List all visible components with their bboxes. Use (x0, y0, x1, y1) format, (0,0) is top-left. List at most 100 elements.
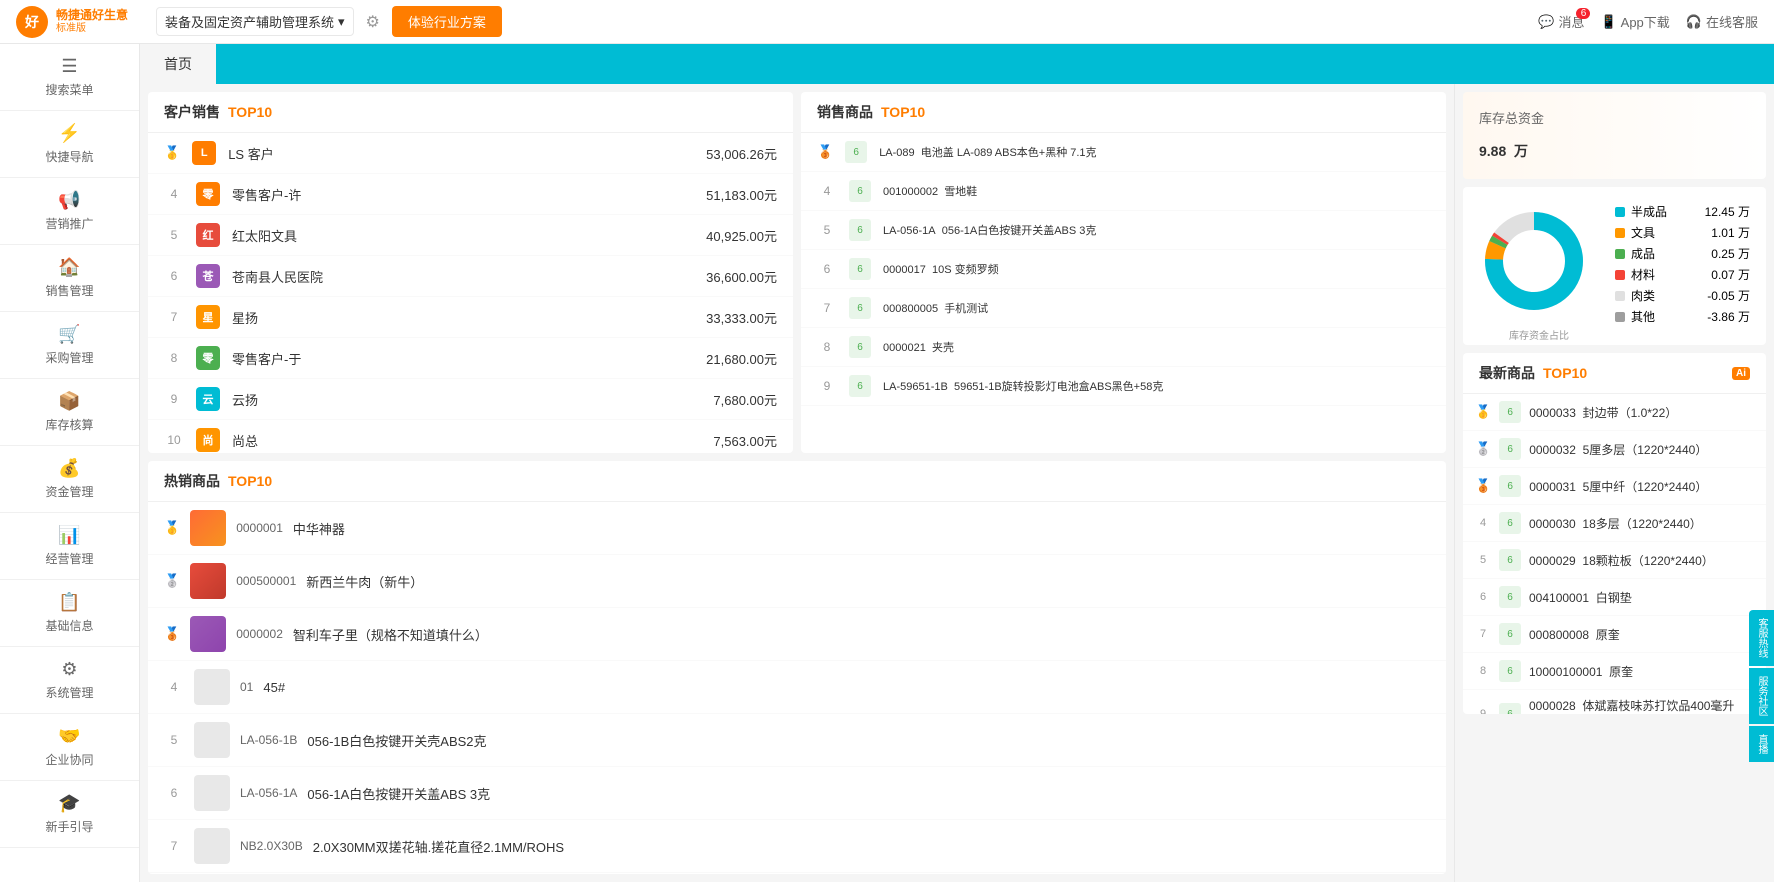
hot-product-8: 8 0000011 12070519-xs (148, 873, 1446, 874)
customer-badge-6: 苍 (196, 264, 220, 288)
chart-area: 库存资金占比 半成品 12.45 万 (1463, 187, 1766, 345)
sales-icon: 🏠 (58, 257, 80, 278)
legend-value-0: 12.45 万 (1705, 203, 1750, 220)
nav-bar: 首页 (140, 44, 1774, 84)
latest-info-6: 004100001 白钢垫 (1529, 589, 1754, 606)
customer-value-1: 53,006.26元 (706, 144, 777, 163)
latest-product-4: 4 6 0000030 18多层（1220*2440） (1463, 505, 1766, 542)
app-label: App下载 (1621, 12, 1670, 31)
operations-icon: 📊 (58, 525, 80, 546)
customer-value-7: 33,333.00元 (706, 308, 777, 327)
header-middle: 装备及固定资产辅助管理系统 ▾ ⚙ 体验行业方案 (156, 6, 1538, 37)
sidebar-label-sales: 销售管理 (45, 282, 93, 299)
hot-code-4: 01 (240, 680, 253, 694)
top-customers-list: 🥇 L LS 客户 53,006.26元 4 零 零售客户-许 51,183.0… (148, 133, 793, 453)
float-customer-service[interactable]: 客服热线 (1749, 610, 1774, 666)
logo-text: 畅捷通好生意 标准版 (56, 8, 128, 34)
collab-icon: 🤝 (58, 726, 80, 747)
medal-bronze-icon: 🥉 (817, 144, 833, 160)
hot-name-7: 2.0X30MM双搓花轴.搓花直径2.1MM/ROHS (313, 837, 564, 856)
latest-icon-7: 6 (1499, 623, 1521, 645)
customer-item-7: 7 星 星扬 33,333.00元 (148, 297, 793, 338)
sidebar-item-operations[interactable]: 📊 经营管理 (0, 513, 139, 580)
sidebar-item-guide[interactable]: 🎓 新手引导 (0, 781, 139, 848)
mobile-icon: 📱 (1600, 14, 1616, 30)
product-img-3 (190, 616, 226, 652)
sidebar-item-marketing[interactable]: 📢 营销推广 (0, 178, 139, 245)
message-button[interactable]: 💬 消息 6 (1538, 12, 1584, 31)
product-icon-7: 6 (849, 375, 871, 397)
online-service-button[interactable]: 🎧 在线客服 (1686, 12, 1758, 31)
sidebar-item-purchase[interactable]: 🛒 采购管理 (0, 312, 139, 379)
settings-icon[interactable]: ⚙ (366, 12, 380, 32)
logo-area: 好 畅捷通好生意 标准版 (16, 6, 156, 38)
top-customers-header: 客户销售 TOP10 (148, 92, 793, 133)
hot-name-5: 056-1B白色按键开关壳ABS2克 (307, 731, 486, 750)
inventory-value: 9.88 万 (1479, 131, 1750, 163)
hot-products-header: 热销商品 TOP10 (148, 461, 1446, 502)
hot-product-3: 🥉 0000002 智利车子里（规格不知道填什么） (148, 608, 1446, 661)
rank-4: 4 (164, 187, 184, 201)
customer-badge-9: 云 (196, 387, 220, 411)
sidebar-label-guide: 新手引导 (45, 818, 93, 835)
customer-item-8: 8 零 零售客户-于 21,680.00元 (148, 338, 793, 379)
latest-icon-3: 6 (1499, 475, 1521, 497)
sidebar-item-system[interactable]: ⚙ 系统管理 (0, 647, 139, 714)
latest-icon-8: 6 (1499, 660, 1521, 682)
logo-icon: 好 (16, 6, 48, 38)
sidebar-label-system: 系统管理 (45, 684, 93, 701)
float-community[interactable]: 服务社区 (1749, 668, 1774, 724)
sales-product-name-5: 000800005 手机测试 (883, 300, 1430, 316)
top-sales-products-card: 销售商品 TOP10 🥉 6 LA-089 电池盖 LA-089 ABS本色+黑… (801, 92, 1446, 453)
product-icon-3: 6 (849, 219, 871, 241)
sidebar-item-collab[interactable]: 🤝 企业协同 (0, 714, 139, 781)
hot-code-2: 000500001 (236, 574, 296, 588)
hot-name-3: 智利车子里（规格不知道填什么） (293, 625, 488, 644)
product-icon-6: 6 (849, 336, 871, 358)
latest-info-2: 0000032 5厘多层（1220*2440） (1529, 441, 1754, 458)
latest-icon-9: 6 (1499, 703, 1521, 714)
hot-product-2: 🥈 000500001 新西兰牛肉（新牛） (148, 555, 1446, 608)
sales-product-name-2: 001000002 雪地鞋 (883, 183, 1430, 199)
customer-item-6: 6 苍 苍南县人民医院 36,600.00元 (148, 256, 793, 297)
trial-button[interactable]: 体验行业方案 (392, 6, 502, 37)
sidebar-item-inventory[interactable]: 📦 库存核算 (0, 379, 139, 446)
latest-medal-gold: 🥇 (1475, 404, 1491, 420)
legend-item-2: 成品 0.25 万 (1615, 245, 1750, 262)
search-icon: ☰ (61, 56, 77, 77)
rankings-row: 客户销售 TOP10 🥇 L LS 客户 53,006.26元 (148, 92, 1446, 453)
marketing-icon: 📢 (58, 190, 80, 211)
customer-name-1: LS 客户 (228, 144, 694, 163)
latest-product-3: 🥉 6 0000031 5厘中纤（1220*2440） (1463, 468, 1766, 505)
customer-name-9: 云扬 (232, 390, 701, 409)
customer-item-5: 5 红 红太阳文具 40,925.00元 (148, 215, 793, 256)
latest-info-4: 0000030 18多层（1220*2440） (1529, 515, 1754, 532)
sidebar-item-nav[interactable]: ⚡ 快捷导航 (0, 111, 139, 178)
float-live[interactable]: 直播 (1749, 726, 1774, 762)
latest-info-1: 0000033 封边带（1.0*22） (1529, 404, 1754, 421)
sidebar-item-finance[interactable]: 💰 资金管理 (0, 446, 139, 513)
sales-product-name-4: 0000017 10S 变频罗频 (883, 261, 1430, 277)
latest-products-list: 🥇 6 0000033 封边带（1.0*22） 🥈 6 0000032 (1463, 394, 1766, 714)
system-selector[interactable]: 装备及固定资产辅助管理系统 ▾ (156, 7, 354, 36)
sidebar-item-sales[interactable]: 🏠 销售管理 (0, 245, 139, 312)
latest-products-title: 最新商品 (1479, 363, 1535, 383)
sidebar-label-finance: 资金管理 (45, 483, 93, 500)
sidebar-item-basic-info[interactable]: 📋 基础信息 (0, 580, 139, 647)
customer-value-6: 36,600.00元 (706, 267, 777, 286)
sales-product-item-9: 9 6 LA-59651-1B 59651-1B旋转投影灯电池盒ABS黑色+58… (801, 367, 1446, 406)
customer-item-10: 10 尚 尚总 7,563.00元 (148, 420, 793, 453)
top-sales-products-list: 🥉 6 LA-089 电池盖 LA-089 ABS本色+黑种 7.1克 4 6 (801, 133, 1446, 406)
hot-name-2: 新西兰牛肉（新牛） (306, 572, 423, 591)
latest-info-8: 10000100001 原奎 (1529, 663, 1754, 680)
latest-info-5: 0000029 18颗粒板（1220*2440） (1529, 552, 1754, 569)
top-customers-card: 客户销售 TOP10 🥇 L LS 客户 53,006.26元 (148, 92, 793, 453)
app-download-button[interactable]: 📱 App下载 (1600, 12, 1669, 31)
legend-item-4: 肉类 -0.05 万 (1615, 287, 1750, 304)
tab-home[interactable]: 首页 (140, 44, 216, 84)
customer-badge-8: 零 (196, 346, 220, 370)
right-panel: 库存总资金 9.88 万 (1454, 84, 1774, 882)
sidebar-item-search[interactable]: ☰ 搜索菜单 (0, 44, 139, 111)
sidebar-label-operations: 经营管理 (45, 550, 93, 567)
hot-code-3: 0000002 (236, 627, 283, 641)
